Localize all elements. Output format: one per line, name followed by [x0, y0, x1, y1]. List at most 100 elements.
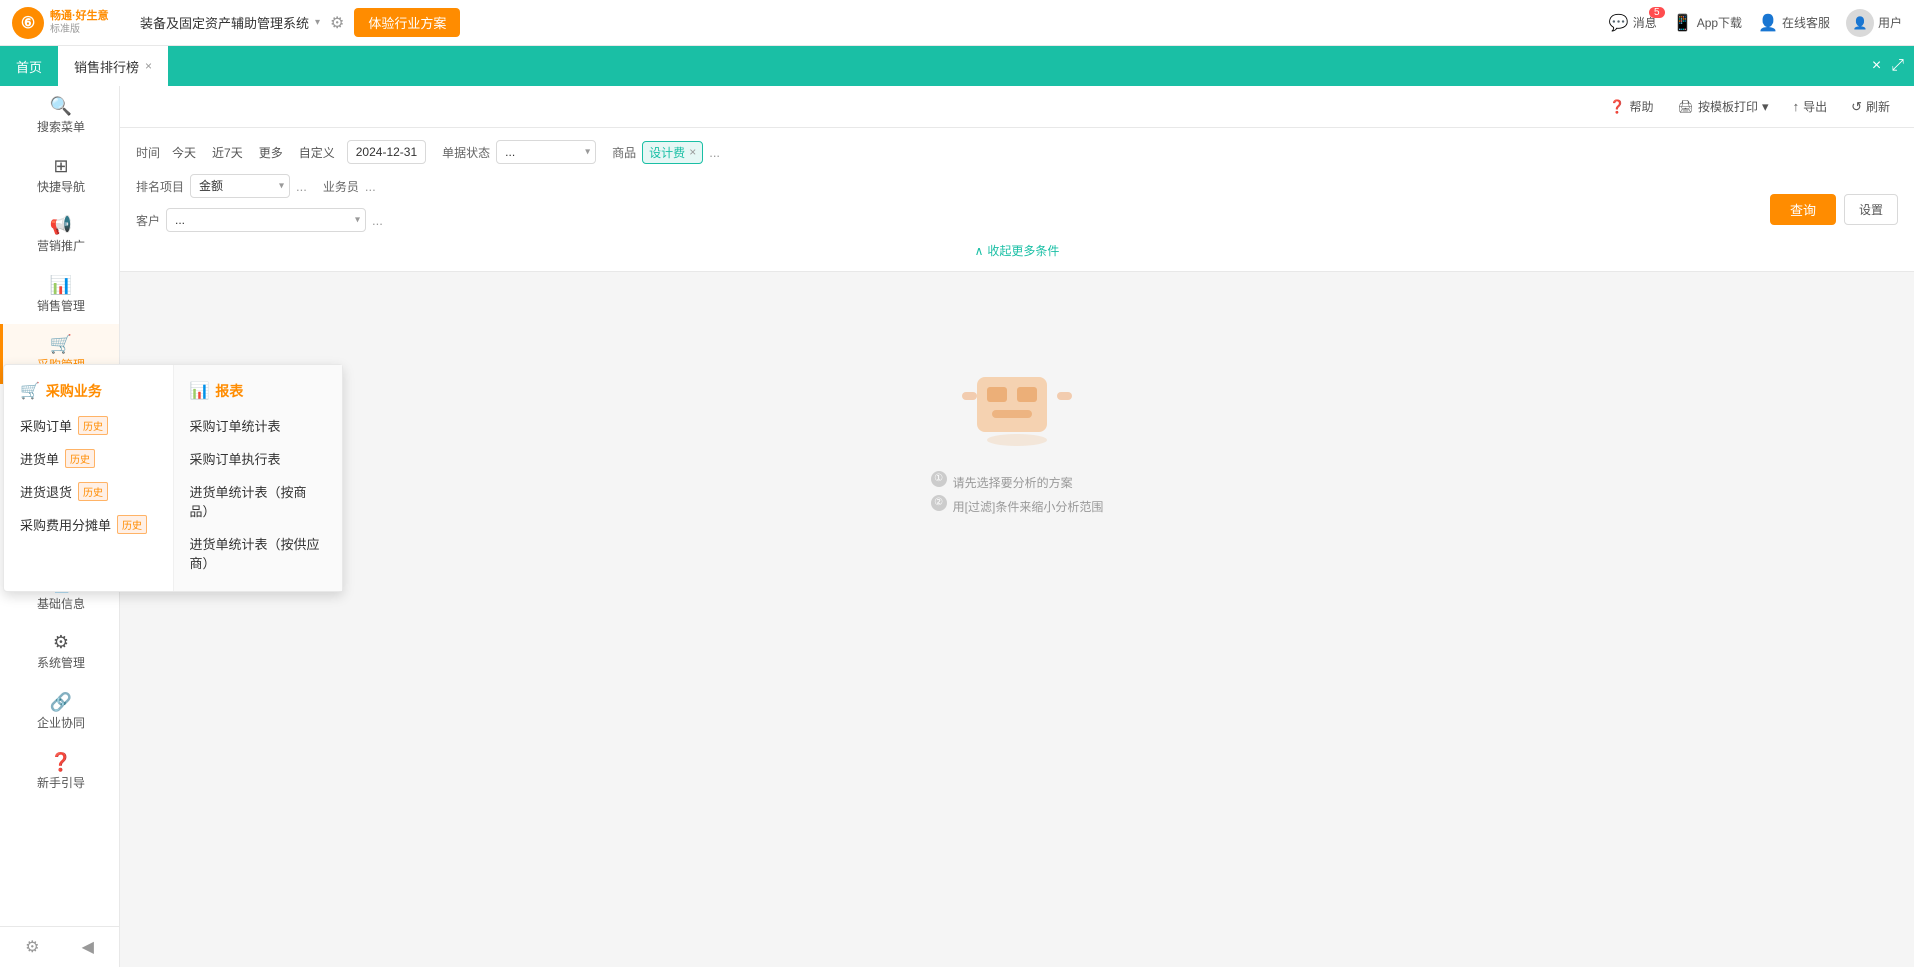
- refresh-label: 刷新: [1866, 98, 1890, 115]
- rank-select[interactable]: 金额: [190, 174, 290, 198]
- filter-row-1: 时间 今天 近7天 更多 自定义 2024-12-31 单据状态: [136, 140, 1898, 164]
- rank-dots[interactable]: ...: [296, 179, 307, 194]
- tab-home[interactable]: 首页: [0, 46, 58, 86]
- purchase-expense-label: 采购费用分摊单: [20, 515, 111, 534]
- message-btn[interactable]: 💬 消息 5: [1609, 13, 1657, 33]
- query-btn[interactable]: 查询: [1770, 194, 1836, 225]
- stock-in-stat-goods-label: 进货单统计表（按商品）: [190, 482, 327, 520]
- sidebar-item-sales[interactable]: 📊 销售管理: [0, 265, 119, 325]
- content-area: ❓ 帮助 🖨 按模板打印 ▾ ↑ 导出 ↺ 刷新 时间: [120, 86, 1914, 967]
- sidebar-item-guide[interactable]: ❓ 新手引导: [0, 742, 119, 802]
- system-title: 装备及固定资产辅助管理系统 ▾ ⚙: [140, 13, 344, 33]
- step-1-num: ①: [931, 471, 947, 487]
- collapse-sidebar-icon[interactable]: ◀: [82, 937, 94, 957]
- date-range-input[interactable]: 2024-12-31: [347, 140, 426, 164]
- sidebar-item-search[interactable]: 🔍 搜索菜单: [0, 86, 119, 146]
- purchase-order-exec-label: 采购订单执行表: [190, 449, 281, 468]
- sidebar-enterprise-label: 企业协同: [37, 716, 85, 732]
- purchase-col-title: 采购业务: [46, 381, 102, 401]
- salesperson-dots[interactable]: ...: [365, 179, 376, 194]
- sidebar-item-purchase[interactable]: 🛒 采购管理 🛒 采购业务 采购订单 历史 进货单 历史: [0, 324, 119, 384]
- dropdown-item-stock-in-stat-supplier[interactable]: 进货单统计表（按供应商）: [174, 527, 343, 579]
- system-dropdown-arrow[interactable]: ▾: [315, 17, 320, 28]
- export-icon: ↑: [1793, 99, 1800, 114]
- refresh-btn[interactable]: ↺ 刷新: [1843, 94, 1898, 119]
- purchase-business-col: 🛒 采购业务 采购订单 历史 进货单 历史 进货退货 历史: [4, 365, 174, 591]
- dropdown-item-purchase-order-stat[interactable]: 采购订单统计表: [174, 409, 343, 442]
- app-download-label: App下载: [1697, 14, 1742, 31]
- doc-status-select[interactable]: ...: [496, 140, 596, 164]
- empty-illustration: [957, 352, 1077, 455]
- sidebar-marketing-label: 营销推广: [37, 239, 85, 255]
- sidebar-system-label: 系统管理: [37, 656, 85, 672]
- online-service-btn[interactable]: 👤 在线客服: [1758, 13, 1830, 33]
- expand-window-icon[interactable]: ⤢: [1891, 57, 1904, 75]
- settings-bottom-icon[interactable]: ⚙: [25, 937, 39, 957]
- stock-in-stat-supplier-label: 进货单统计表（按供应商）: [190, 534, 327, 572]
- tab-bar-actions: × ⤢: [1872, 57, 1914, 75]
- sales-icon: 📊: [50, 275, 72, 296]
- search-icon: 🔍: [50, 96, 72, 117]
- user-menu[interactable]: 👤 用户: [1846, 9, 1902, 37]
- shortcut-custom[interactable]: 自定义: [293, 142, 341, 163]
- avatar: 👤: [1846, 9, 1874, 37]
- report-col-title: 报表: [215, 381, 243, 401]
- sidebar-search-label: 搜索菜单: [37, 120, 85, 136]
- print-dropdown-arrow[interactable]: ▾: [1762, 99, 1769, 115]
- close-tab-icon[interactable]: ×: [145, 59, 152, 73]
- collapse-btn[interactable]: ∧ 收起更多条件: [975, 242, 1060, 259]
- customer-select[interactable]: ...: [166, 208, 366, 232]
- sidebar: 🔍 搜索菜单 ⊞ 快捷导航 📢 营销推广 📊 销售管理 🛒 采购管理 🛒 采购业…: [0, 86, 120, 967]
- dropdown-item-stock-return[interactable]: 进货退货 历史: [4, 475, 173, 508]
- top-header: ⑥ 畅通·好生意 标准版 装备及固定资产辅助管理系统 ▾ ⚙ 体验行业方案 💬 …: [0, 0, 1914, 46]
- stock-in-label: 进货单: [20, 449, 59, 468]
- customer-select-wrapper: ... ▾: [166, 208, 366, 232]
- print-btn[interactable]: 🖨 按模板打印 ▾: [1670, 94, 1777, 119]
- logo-area: ⑥ 畅通·好生意 标准版: [12, 7, 132, 39]
- dropdown-item-purchase-order[interactable]: 采购订单 历史: [4, 409, 173, 442]
- sidebar-item-quick-nav[interactable]: ⊞ 快捷导航: [0, 146, 119, 206]
- step-2-num: ②: [931, 495, 947, 511]
- shortcut-7days[interactable]: 近7天: [206, 142, 249, 163]
- header-right: 💬 消息 5 📱 App下载 👤 在线客服 👤 用户: [1609, 9, 1902, 37]
- message-icon: 💬: [1609, 13, 1629, 33]
- goods-tag-remove[interactable]: ×: [689, 145, 696, 159]
- export-btn[interactable]: ↑ 导出: [1785, 94, 1836, 119]
- dropdown-item-stock-in[interactable]: 进货单 历史: [4, 442, 173, 475]
- filter-panel: 时间 今天 近7天 更多 自定义 2024-12-31 单据状态: [120, 128, 1914, 272]
- refresh-icon: ↺: [1851, 99, 1862, 115]
- dropdown-item-purchase-expense[interactable]: 采购费用分摊单 历史: [4, 508, 173, 541]
- marketing-icon: 📢: [50, 215, 72, 236]
- tab-bar: 首页 销售排行榜 × × ⤢: [0, 46, 1914, 86]
- empty-tip-1: 请先选择要分析的方案: [953, 471, 1073, 495]
- gear-icon[interactable]: ⚙: [330, 13, 344, 33]
- message-badge: 5: [1649, 7, 1665, 18]
- sidebar-item-marketing[interactable]: 📢 营销推广: [0, 205, 119, 265]
- purchase-order-label: 采购订单: [20, 416, 72, 435]
- sidebar-item-system[interactable]: ⚙ 系统管理: [0, 622, 119, 682]
- empty-step-2: ② 用[过滤]条件来缩小分析范围: [931, 495, 1104, 519]
- logo-text: 畅通·好生意 标准版: [50, 9, 109, 36]
- goods-label: 商品: [612, 144, 636, 161]
- customer-dots[interactable]: ...: [372, 213, 383, 228]
- empty-tip-2: 用[过滤]条件来缩小分析范围: [953, 495, 1104, 519]
- tab-sales-rank[interactable]: 销售排行榜 ×: [58, 46, 168, 86]
- industry-btn[interactable]: 体验行业方案: [354, 8, 460, 37]
- close-window-icon[interactable]: ×: [1872, 57, 1881, 75]
- report-col-icon: 📊: [190, 381, 210, 401]
- dropdown-item-purchase-order-exec[interactable]: 采购订单执行表: [174, 442, 343, 475]
- app-download-btn[interactable]: 📱 App下载: [1673, 13, 1742, 33]
- filter-row-3: 客户 ... ▾ ...: [136, 208, 1898, 232]
- settings-btn[interactable]: 设置: [1844, 194, 1898, 225]
- doc-status-group: 单据状态 ... ▾: [442, 140, 596, 164]
- goods-dots[interactable]: ...: [709, 145, 720, 160]
- sidebar-quick-nav-label: 快捷导航: [37, 180, 85, 196]
- customer-group: 客户 ... ▾ ...: [136, 208, 383, 232]
- main-layout: 🔍 搜索菜单 ⊞ 快捷导航 📢 营销推广 📊 销售管理 🛒 采购管理 🛒 采购业…: [0, 86, 1914, 967]
- action-buttons: 查询 设置: [1770, 194, 1898, 225]
- shortcut-today[interactable]: 今天: [166, 142, 202, 163]
- shortcut-more[interactable]: 更多: [253, 142, 289, 163]
- help-btn[interactable]: ❓ 帮助: [1601, 94, 1661, 119]
- sidebar-item-enterprise[interactable]: 🔗 企业协同: [0, 682, 119, 742]
- dropdown-item-stock-in-stat-goods[interactable]: 进货单统计表（按商品）: [174, 475, 343, 527]
